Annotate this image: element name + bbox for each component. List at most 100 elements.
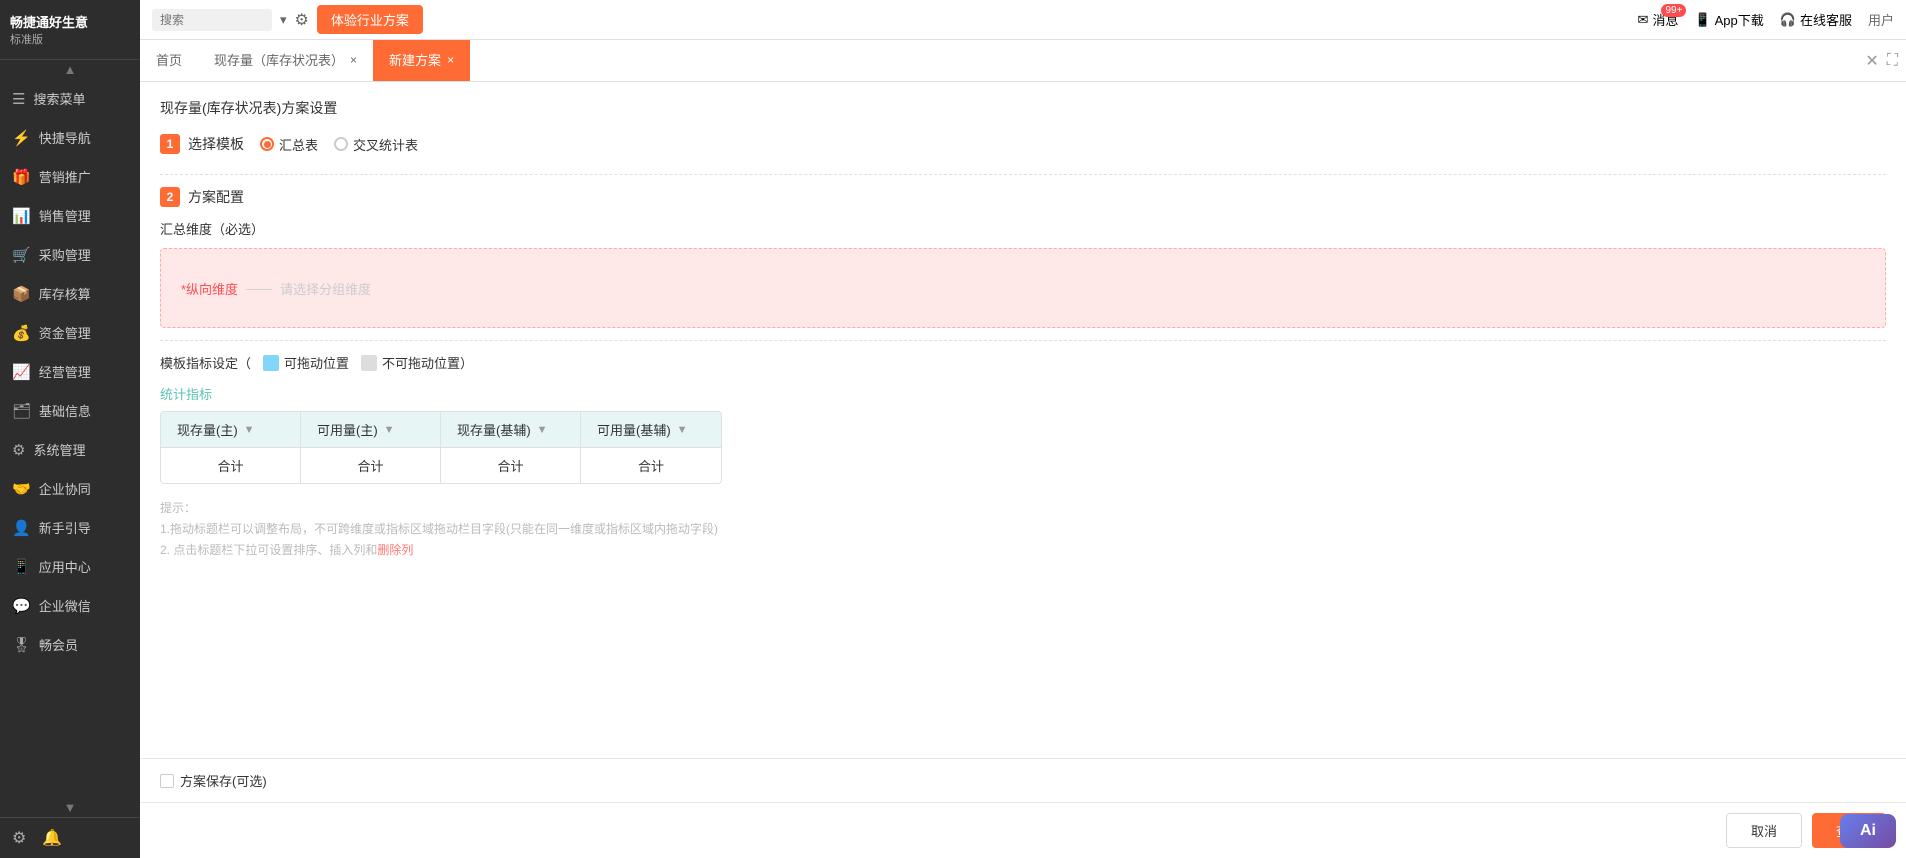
- header-label-1: 可用量(主): [317, 420, 378, 439]
- sidebar-item-label: 应用中心: [39, 557, 91, 576]
- settings-icon[interactable]: ⚙: [12, 828, 26, 848]
- tab-2[interactable]: 新建方案×: [373, 40, 470, 81]
- sidebar-item-系统管理[interactable]: ⚙系统管理: [0, 430, 140, 469]
- tab-0[interactable]: 首页: [140, 40, 198, 81]
- sidebar-item-畅会员[interactable]: 🎖畅会员: [0, 625, 140, 664]
- sidebar-icon: 🛒: [12, 246, 31, 264]
- tab-close-all-icon[interactable]: ✕: [1865, 51, 1878, 71]
- topbar-right: ✉ 消息 99+ 📱 App下载 🎧 在线客服 用户: [1638, 10, 1894, 29]
- sidebar-item-label: 基础信息: [39, 401, 91, 420]
- sidebar-scroll-down[interactable]: ▼: [0, 798, 140, 817]
- section-config: 2 方案配置 汇总维度（必选） *纵向维度 —— 请选择分组维度 模板指标设定（…: [160, 187, 1886, 558]
- app-title: 畅捷通好生意: [10, 12, 130, 31]
- table-header-cell-3[interactable]: 可用量(基辅)▼: [581, 412, 721, 447]
- radio-circle-0: [260, 137, 274, 151]
- action-bar: 取消 查询: [140, 802, 1906, 858]
- tab-close-2[interactable]: ×: [447, 53, 454, 67]
- non-draggable-box: [361, 355, 377, 371]
- service-label: 在线客服: [1800, 10, 1852, 29]
- sidebar-item-label: 企业微信: [39, 596, 91, 615]
- section2-header: 2 方案配置: [160, 187, 1886, 207]
- sidebar-item-经营管理[interactable]: 📈经营管理: [0, 352, 140, 391]
- indicator-legend: 模板指标设定（ 可拖动位置 不可拖动位置）: [160, 353, 1886, 372]
- tab-close-1[interactable]: ×: [350, 53, 357, 67]
- notification-icon[interactable]: 🔔: [42, 828, 62, 848]
- tab-1[interactable]: 现存量（库存状况表） ×: [198, 40, 373, 81]
- tip-highlight: 删除列: [377, 543, 413, 557]
- sidebar-item-新手引导[interactable]: 👤新手引导: [0, 508, 140, 547]
- sidebar-icon: ⚡: [12, 129, 31, 147]
- draggable-box: [263, 355, 279, 371]
- sidebar-item-搜索菜单[interactable]: ☰搜索菜单: [0, 79, 140, 118]
- sidebar-item-label: 资金管理: [39, 323, 91, 342]
- save-checkbox-label[interactable]: 方案保存(可选): [160, 771, 267, 790]
- sidebar-item-资金管理[interactable]: 💰 资金管理: [0, 313, 140, 352]
- phone-icon: 📱: [1694, 12, 1710, 28]
- sidebar-item-企业协同[interactable]: 🤝企业协同: [0, 469, 140, 508]
- table-cell-0-0: 合计: [161, 448, 301, 483]
- non-draggable-indicator: 不可拖动位置）: [361, 353, 473, 372]
- radio-item-0[interactable]: 汇总表: [260, 135, 318, 154]
- sidebar-item-label: 经营管理: [39, 362, 91, 381]
- online-service-btn[interactable]: 🎧 在线客服: [1780, 10, 1852, 29]
- sidebar-item-快捷导航[interactable]: ⚡快捷导航: [0, 118, 140, 157]
- sidebar-icon: 💰: [12, 324, 31, 342]
- dropdown-icon[interactable]: ▾: [280, 12, 287, 28]
- ai-button[interactable]: Ai: [1840, 814, 1896, 848]
- sidebar-nav: ☰搜索菜单⚡快捷导航🎁营销推广📊销售管理🛒采购管理📦库存核算 💰 资金管理 📈经营管理…: [0, 79, 140, 798]
- sidebar-item-企业微信[interactable]: 💬企业微信: [0, 586, 140, 625]
- app-download-btn[interactable]: 📱 App下载: [1694, 10, 1763, 29]
- section1-title: 选择模板: [188, 134, 244, 154]
- sidebar-item-销售管理[interactable]: 📊销售管理: [0, 196, 140, 235]
- tab-restore-icon[interactable]: ⛶: [1887, 52, 1898, 70]
- tab-label-1: 现存量（库存状况表）: [214, 50, 344, 69]
- tips-area: 提示：1.拖动标题栏可以调整布局，不可跨维度或指标区域拖动栏目字段(只能在同一维…: [160, 499, 1886, 558]
- save-checkbox-text: 方案保存(可选): [180, 771, 267, 790]
- table-cell-0-2: 合计: [441, 448, 581, 483]
- sidebar-item-基础信息[interactable]: 🗂 基础信息: [0, 391, 140, 430]
- dimension-required-label: 汇总维度（必选）: [160, 219, 1886, 238]
- chevron-icon-2: ▼: [537, 424, 548, 436]
- chevron-icon-3: ▼: [677, 424, 688, 436]
- main-area: ▾ ⚙ 体验行业方案 ✉ 消息 99+ 📱 App下载 🎧 在线客服 用户 首页…: [140, 0, 1906, 858]
- save-checkbox-box[interactable]: [160, 774, 174, 788]
- stats-table: 现存量(主)▼可用量(主)▼现存量(基辅)▼可用量(基辅)▼合计合计合计合计: [160, 411, 722, 484]
- section2-title: 方案配置: [188, 187, 244, 207]
- sidebar: 畅捷通好生意 标准版 ▲ ☰搜索菜单⚡快捷导航🎁营销推广📊销售管理🛒采购管理📦库…: [0, 0, 140, 858]
- message-icon: ✉: [1638, 12, 1649, 28]
- chevron-icon-0: ▼: [244, 424, 255, 436]
- table-header-cell-2[interactable]: 现存量(基辅) ▼: [441, 412, 581, 447]
- header-label-2: 现存量(基辅): [457, 420, 531, 439]
- header-label-0: 现存量(主): [177, 420, 238, 439]
- sidebar-icon: ☰: [12, 90, 25, 108]
- radio-label-0: 汇总表: [279, 135, 318, 154]
- radio-item-1[interactable]: 交叉统计表: [334, 135, 418, 154]
- sidebar-item-应用中心[interactable]: 📱应用中心: [0, 547, 140, 586]
- section-template: 1 选择模板 汇总表 交叉统计表: [160, 134, 1886, 154]
- user-info[interactable]: 用户: [1868, 10, 1894, 29]
- sidebar-scroll-up[interactable]: ▲: [0, 60, 140, 79]
- message-btn[interactable]: ✉ 消息 99+: [1638, 10, 1679, 29]
- sidebar-icon: 🗂: [12, 402, 31, 420]
- sidebar-item-label: 企业协同: [39, 479, 91, 498]
- non-draggable-label: 不可拖动位置）: [382, 353, 473, 372]
- sidebar-item-库存核算[interactable]: 📦库存核算: [0, 274, 140, 313]
- industry-button[interactable]: 体验行业方案: [317, 5, 423, 34]
- sidebar-item-采购管理[interactable]: 🛒采购管理: [0, 235, 140, 274]
- sidebar-footer: ⚙ 🔔: [0, 817, 140, 858]
- dimension-area[interactable]: *纵向维度 —— 请选择分组维度: [160, 248, 1886, 328]
- draggable-indicator: 可拖动位置: [263, 353, 349, 372]
- tab-label-0: 首页: [156, 50, 182, 69]
- sidebar-item-营销推广[interactable]: 🎁营销推广: [0, 157, 140, 196]
- table-header-cell-0[interactable]: 现存量(主) ▼: [161, 412, 301, 447]
- sidebar-item-label: 营销推广: [39, 167, 91, 186]
- radio-circle-1: [334, 137, 348, 151]
- gear-icon[interactable]: ⚙: [295, 10, 309, 30]
- app-label: App下载: [1715, 10, 1764, 29]
- table-row-0: 合计合计合计合计: [161, 447, 721, 483]
- table-header-cell-1[interactable]: 可用量(主)▼: [301, 412, 441, 447]
- cancel-button[interactable]: 取消: [1726, 813, 1802, 848]
- page-title: 现存量(库存状况表)方案设置: [160, 98, 1886, 118]
- search-input[interactable]: [152, 9, 272, 31]
- table-cell-0-1: 合计: [301, 448, 441, 483]
